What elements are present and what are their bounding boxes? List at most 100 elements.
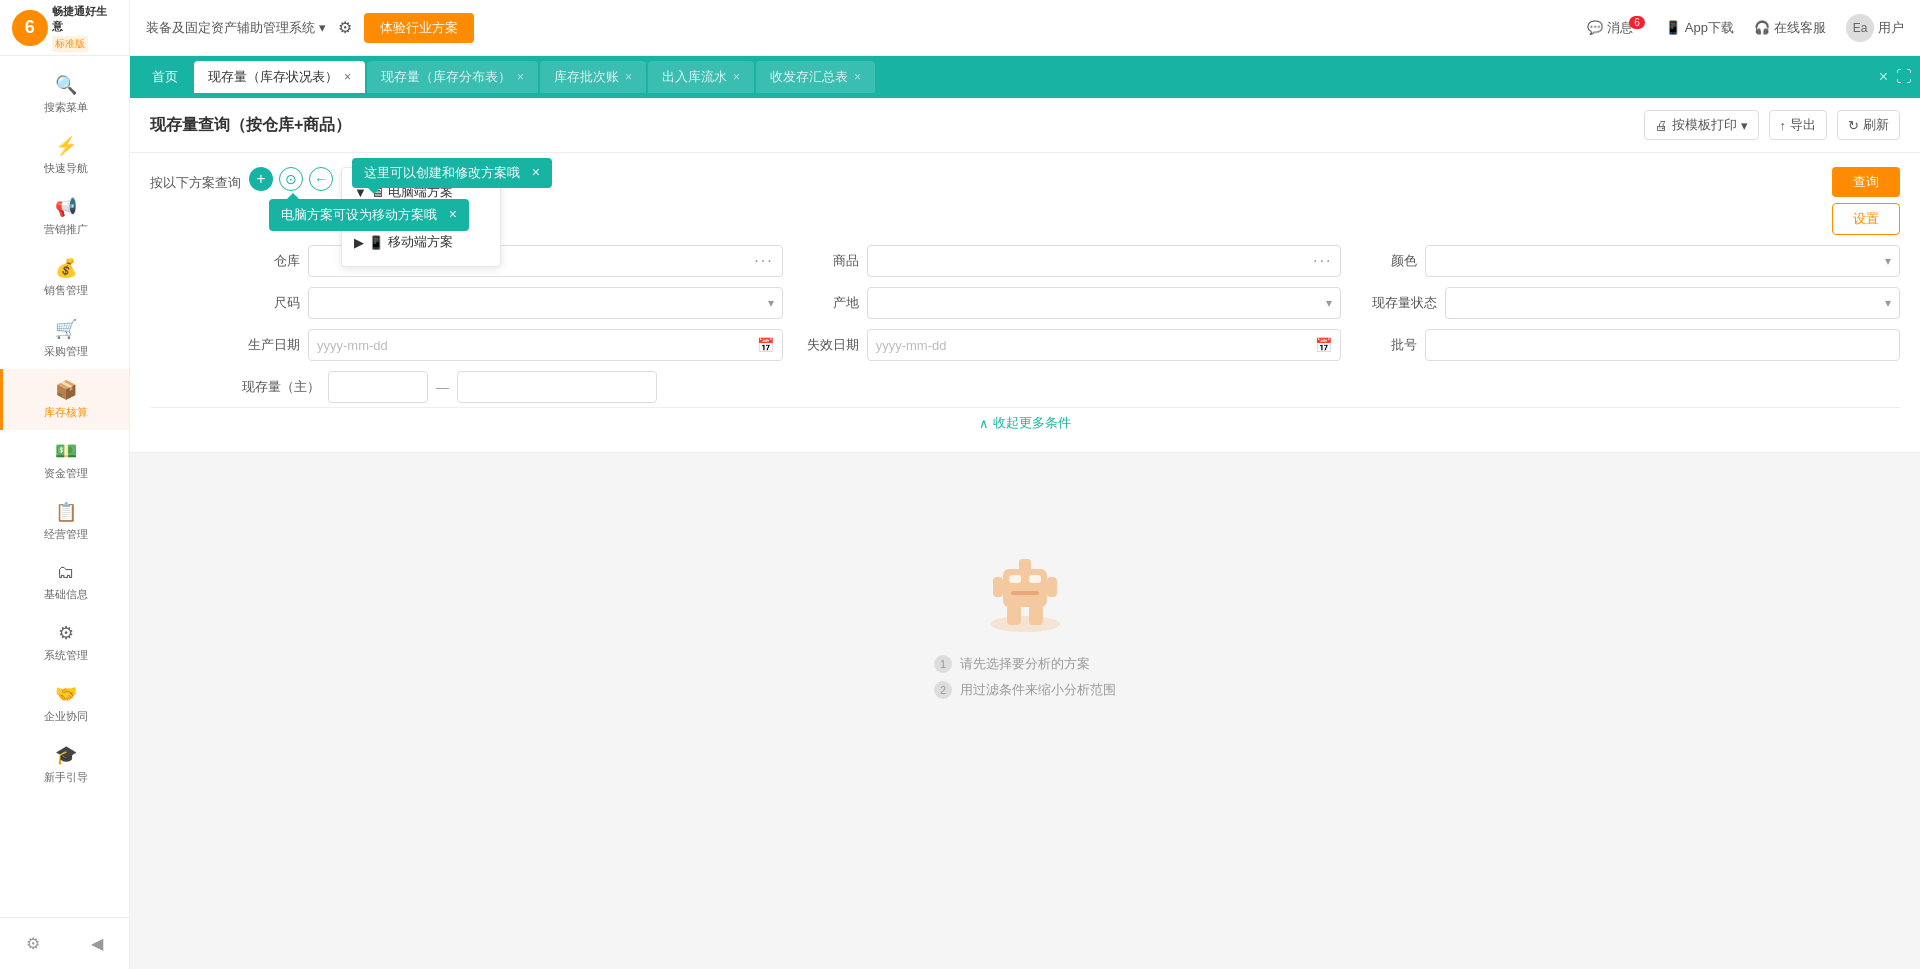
filter-label: 按以下方案查询 (150, 167, 241, 199)
action-buttons: 查询 设置 (1832, 167, 1900, 235)
sidebar-item-marketing[interactable]: 📢 营销推广 (0, 186, 129, 247)
exp-date-input[interactable]: yyyy-mm-dd 📅 (867, 329, 1342, 361)
sidebar-label-basic-info: 基础信息 (44, 587, 88, 602)
scheme-copy-btn[interactable]: ⊙ (279, 167, 303, 191)
tab-close-all-icon[interactable]: × (1879, 68, 1888, 86)
svg-rect-6 (993, 577, 1003, 597)
tab-inventory-status-close[interactable]: × (344, 70, 351, 84)
filter-row-4: 现存量（主） — (240, 371, 1900, 403)
refresh-label: 刷新 (1863, 116, 1889, 134)
scheme-mobile[interactable]: ▶ 📱 移动端方案 (354, 230, 488, 254)
system-settings-icon[interactable]: ⚙ (338, 18, 352, 37)
tooltip-scheme-copy: 电脑方案可设为移动方案哦 × (269, 199, 469, 231)
tab-recv-send-summary-close[interactable]: × (854, 70, 861, 84)
sidebar-item-sales[interactable]: 💰 销售管理 (0, 247, 129, 308)
qty-from-input[interactable] (328, 371, 428, 403)
sidebar-item-quick-nav[interactable]: ⚡ 快速导航 (0, 125, 129, 186)
tab-recv-send-summary[interactable]: 收发存汇总表 × (756, 61, 875, 93)
prod-date-input[interactable]: yyyy-mm-dd 📅 (308, 329, 783, 361)
sidebar-label-operations: 经营管理 (44, 527, 88, 542)
sidebar-item-inventory[interactable]: 📦 库存核算 (0, 369, 129, 430)
sidebar-logo: 6 畅捷通好生意 标准版 (0, 0, 129, 56)
tab-expand-icon[interactable]: ⛶ (1896, 68, 1912, 86)
color-select[interactable]: ▾ (1425, 245, 1900, 277)
collapse-sidebar-icon[interactable]: ◀ (87, 930, 107, 957)
tab-inventory-dist-close[interactable]: × (517, 70, 524, 84)
tooltip-scheme-copy-close[interactable]: × (449, 206, 457, 222)
tab-inventory-status[interactable]: 现存量（库存状况表） × (194, 61, 365, 93)
hint-number-2: 2 (934, 681, 952, 699)
sidebar-icon-marketing: 📢 (55, 196, 77, 218)
tabbar-end: × ⛶ (1879, 68, 1912, 86)
hint-text-1: 请先选择要分析的方案 (960, 655, 1090, 673)
origin-arrow[interactable]: ▾ (1326, 296, 1332, 310)
btn-query[interactable]: 查询 (1832, 167, 1900, 197)
sidebar-item-enterprise[interactable]: 🤝 企业协同 (0, 673, 129, 734)
exp-date-icon[interactable]: 📅 (1315, 337, 1332, 353)
color-arrow[interactable]: ▾ (1885, 254, 1891, 268)
tooltip-scheme-edit: 这里可以创建和修改方案哦 × (352, 158, 552, 188)
settings-footer-icon[interactable]: ⚙ (22, 930, 44, 957)
app-download-item[interactable]: 📱 App下载 (1665, 19, 1734, 37)
tab-inout-flow-close[interactable]: × (733, 70, 740, 84)
system-name-select[interactable]: 装备及固定资产辅助管理系统 ▾ (146, 19, 326, 37)
status-select[interactable]: ▾ (1445, 287, 1900, 319)
product-select[interactable]: ··· (867, 245, 1342, 277)
sidebar-label-guide: 新手引导 (44, 770, 88, 785)
batch-input[interactable] (1425, 329, 1900, 361)
size-arrow[interactable]: ▾ (768, 296, 774, 310)
sidebar-label-quick-nav: 快速导航 (44, 161, 88, 176)
sidebar-label-finance: 资金管理 (44, 466, 88, 481)
tooltip2-arrow (368, 188, 380, 194)
sidebar-icon-quick-nav: ⚡ (55, 135, 77, 157)
prod-date-icon[interactable]: 📅 (757, 337, 774, 353)
tab-home-label: 首页 (152, 68, 178, 86)
sidebar-item-guide[interactable]: 🎓 新手引导 (0, 734, 129, 795)
filter-action-buttons: 查询 设置 (1832, 167, 1900, 235)
sidebar-item-operations[interactable]: 📋 经营管理 (0, 491, 129, 552)
warehouse-dots[interactable]: ··· (754, 252, 773, 270)
btn-refresh[interactable]: ↻ 刷新 (1837, 110, 1900, 140)
batch-label: 批号 (1357, 336, 1417, 354)
status-arrow[interactable]: ▾ (1885, 296, 1891, 310)
filter-field-prod-date: 生产日期 yyyy-mm-dd 📅 (240, 329, 783, 361)
tab-batch-ledger-close[interactable]: × (625, 70, 632, 84)
msg-item[interactable]: 💬 消息 6 (1587, 19, 1645, 37)
tooltip-scheme-edit-close[interactable]: × (532, 164, 540, 180)
sidebar-item-purchase[interactable]: 🛒 采购管理 (0, 308, 129, 369)
sidebar: 6 畅捷通好生意 标准版 🔍 搜索菜单 ⚡ 快速导航 📢 营销推广 💰 销售管理… (0, 0, 130, 969)
sidebar-item-finance[interactable]: 💵 资金管理 (0, 430, 129, 491)
tab-inout-flow[interactable]: 出入库流水 × (648, 61, 754, 93)
btn-reset[interactable]: 设置 (1832, 203, 1900, 235)
product-dots[interactable]: ··· (1313, 252, 1332, 270)
online-service-item[interactable]: 🎧 在线客服 (1754, 19, 1826, 37)
sidebar-label-inventory: 库存核算 (44, 405, 88, 420)
btn-export[interactable]: ↑ 导出 (1769, 110, 1828, 140)
sidebar-item-system[interactable]: ⚙ 系统管理 (0, 612, 129, 673)
sidebar-item-search-menu[interactable]: 🔍 搜索菜单 (0, 64, 129, 125)
filter-field-batch: 批号 (1357, 329, 1900, 361)
tab-home[interactable]: 首页 (138, 61, 192, 93)
origin-select[interactable]: ▾ (867, 287, 1342, 319)
qty-to-input[interactable] (457, 371, 657, 403)
svg-rect-4 (1011, 591, 1039, 595)
prod-date-placeholder: yyyy-mm-dd (317, 338, 388, 353)
logo-icon: 6 (12, 10, 48, 46)
experience-btn[interactable]: 体验行业方案 (364, 13, 474, 43)
scheme-arrow-btn[interactable]: ← (309, 167, 333, 191)
empty-illustration (975, 539, 1075, 639)
filter-row-3: 生产日期 yyyy-mm-dd 📅 失效日期 yyyy-mm-dd 📅 (240, 329, 1900, 361)
btn-template-print[interactable]: 🖨 按模板打印 ▾ (1644, 110, 1759, 140)
template-print-label: 按模板打印 (1672, 116, 1737, 134)
scheme-add-btn[interactable]: + (249, 167, 273, 191)
sidebar-item-basic-info[interactable]: 🗂 基础信息 (0, 552, 129, 612)
tab-batch-ledger[interactable]: 库存批次账 × (540, 61, 646, 93)
tab-batch-ledger-label: 库存批次账 (554, 68, 619, 86)
filter-field-origin: 产地 ▾ (799, 287, 1342, 319)
tabbar: 首页 现存量（库存状况表） × 现存量（库存分布表） × 库存批次账 × 出入库… (130, 56, 1920, 98)
size-select[interactable]: ▾ (308, 287, 783, 319)
svg-rect-9 (1029, 605, 1043, 625)
tab-inventory-dist[interactable]: 现存量（库存分布表） × (367, 61, 538, 93)
collapse-bar[interactable]: ∧ 收起更多条件 (150, 407, 1900, 438)
user-item[interactable]: Ea 用户 (1846, 14, 1904, 42)
